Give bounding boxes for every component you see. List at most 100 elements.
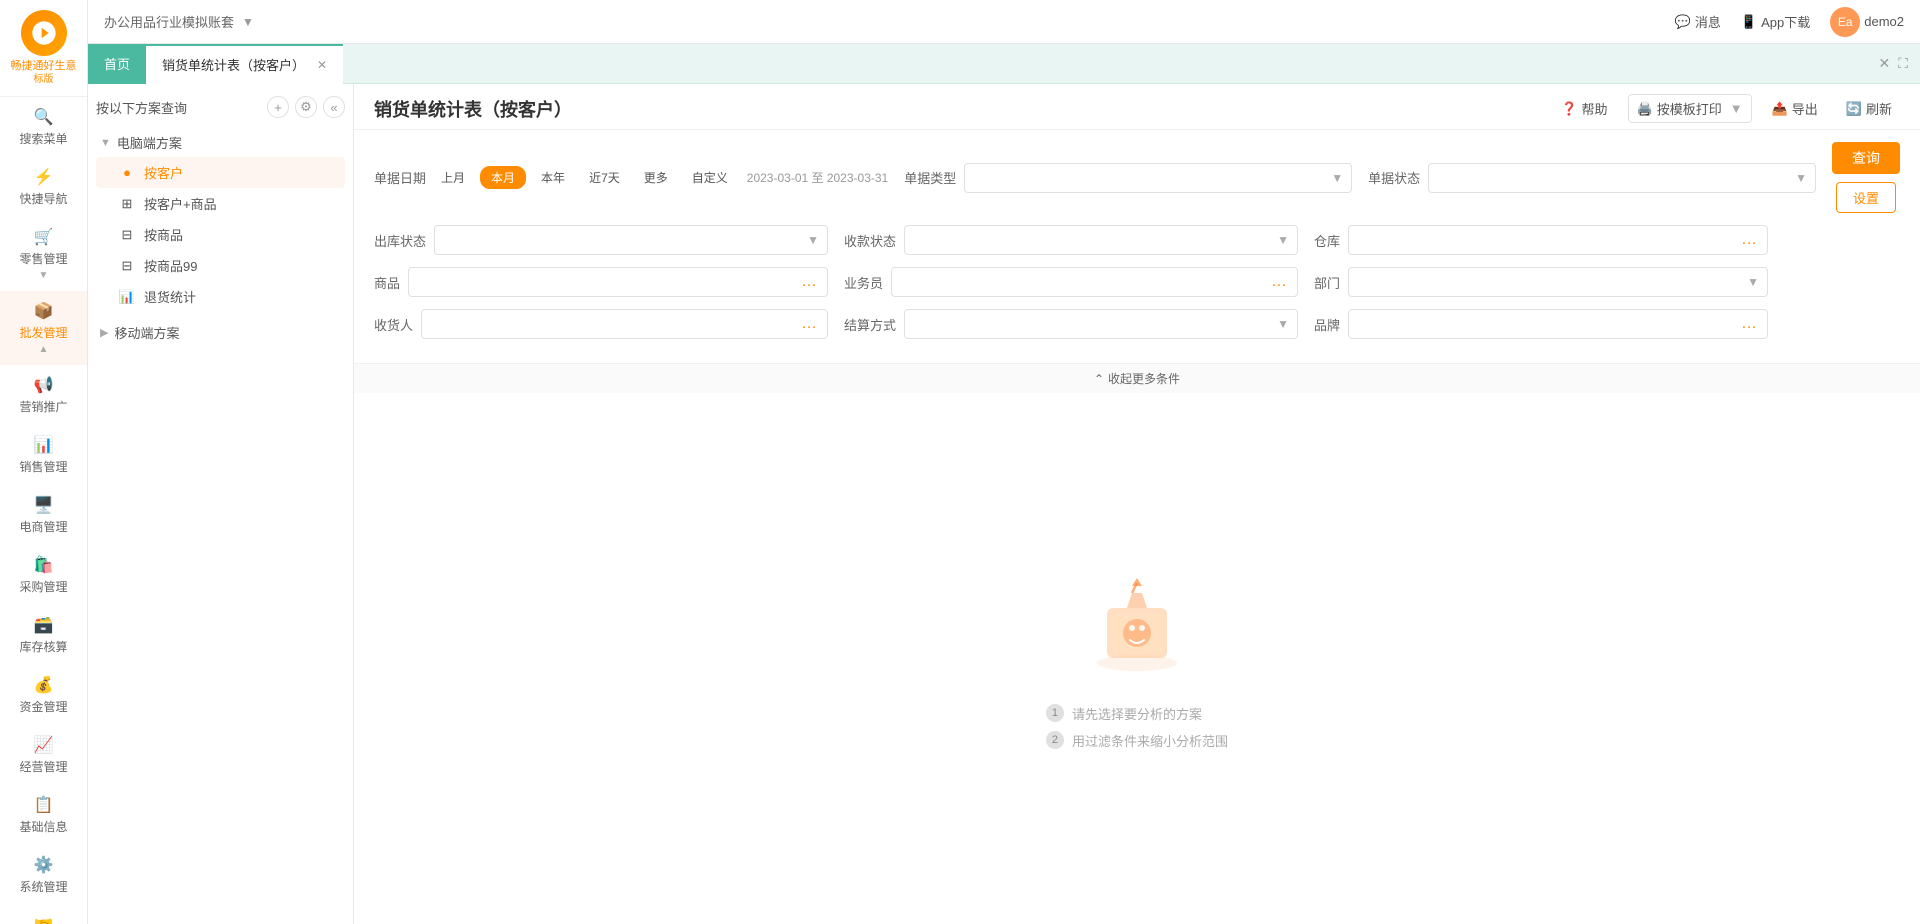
date-btn-this-month[interactable]: 本月 xyxy=(480,166,526,189)
brand-input[interactable]: … xyxy=(1348,309,1768,339)
sidebar-menu: 🔍 搜索菜单 ⚡ 快捷导航 🛒 零售管理 ▼ 📦 批发管理 ▲ 📢 营销推广 📊… xyxy=(0,97,87,924)
inventory-icon: 🗃️ xyxy=(34,615,54,635)
warehouse-dots: … xyxy=(1741,231,1759,249)
collapse-panel-button[interactable]: « xyxy=(323,96,345,118)
maximize-icon[interactable]: ⛶ xyxy=(1898,55,1908,72)
filter-row-2: 出库状态 ▼ 收款状态 ▼ 仓库 xyxy=(374,225,1900,255)
message-button[interactable]: 💬 消息 xyxy=(1675,12,1721,31)
message-label: 消息 xyxy=(1695,12,1721,31)
tab-home[interactable]: 首页 xyxy=(88,44,146,84)
sidebar-item-collab[interactable]: 🤝 企业协同 xyxy=(0,905,87,924)
export-icon: 📤 xyxy=(1772,101,1788,117)
user-profile[interactable]: Ea demo2 xyxy=(1830,7,1904,37)
help-button[interactable]: ❓ 帮助 xyxy=(1553,95,1615,122)
tab-report[interactable]: 销货单统计表（按客户） ✕ xyxy=(146,44,343,84)
payment-select[interactable]: ▼ xyxy=(904,225,1298,255)
date-btn-this-year[interactable]: 本年 xyxy=(532,165,574,190)
settlement-select[interactable]: ▼ xyxy=(904,309,1298,339)
type-select[interactable]: ▼ xyxy=(964,163,1352,193)
sidebar-item-purchase[interactable]: 🛍️ 采购管理 xyxy=(0,545,87,605)
collapse-text: 收起更多条件 xyxy=(1108,370,1180,387)
goods-input[interactable]: … xyxy=(408,267,828,297)
type-label: 单据类型 xyxy=(904,168,956,187)
plan-item-label: 按商品99 xyxy=(144,256,197,275)
user-name: demo2 xyxy=(1864,14,1904,29)
out-status-select[interactable]: ▼ xyxy=(434,225,828,255)
sidebar-item-operation[interactable]: 📈 经营管理 xyxy=(0,725,87,785)
sidebar-item-label: 零售管理 xyxy=(19,250,67,267)
goods-icon: ⊟ xyxy=(118,226,136,244)
message-icon: 💬 xyxy=(1675,14,1691,30)
status-dropdown-icon: ▼ xyxy=(1795,171,1807,185)
settings-button[interactable]: 设置 xyxy=(1836,182,1896,213)
print-icon: 🖨️ xyxy=(1637,101,1653,117)
date-label: 单据日期 xyxy=(374,168,426,187)
warehouse-input[interactable]: … xyxy=(1348,225,1768,255)
plan-item-by-customer[interactable]: ● 按客户 xyxy=(96,157,345,188)
sidebar-item-basic[interactable]: 📋 基础信息 xyxy=(0,785,87,845)
plan-item-by-customer-goods[interactable]: ⊞ 按客户+商品 xyxy=(96,188,345,219)
report-tab-label: 销货单统计表（按客户） xyxy=(162,55,305,74)
sidebar-item-quick-nav[interactable]: ⚡ 快捷导航 xyxy=(0,157,87,217)
sidebar-item-inventory[interactable]: 🗃️ 库存核算 xyxy=(0,605,87,665)
content-area: 按以下方案查询 + ⚙ « ▼ xyxy=(88,84,1920,924)
filter-row-1: 单据日期 上月 本月 本年 近7天 更多 自定义 2023-03-01 至 20… xyxy=(374,142,1900,213)
date-btn-custom[interactable]: 自定义 xyxy=(683,165,737,190)
plus-icon: + xyxy=(274,100,282,115)
header-left: 办公用品行业模拟账套 ▼ xyxy=(104,12,254,31)
sidebar-item-label: 库存核算 xyxy=(19,638,67,655)
desktop-section-header[interactable]: ▼ 电脑端方案 xyxy=(96,128,345,157)
sidebar-item-label: 基础信息 xyxy=(19,818,67,835)
collapse-bar[interactable]: ⌃ 收起更多条件 xyxy=(354,363,1920,393)
export-label: 导出 xyxy=(1792,99,1818,118)
tip-num-1: 1 xyxy=(1046,704,1064,722)
recipient-input[interactable]: … xyxy=(421,309,828,339)
add-plan-button[interactable]: + xyxy=(267,96,289,118)
basic-icon: 📋 xyxy=(34,795,54,815)
filter-status: 单据状态 ▼ xyxy=(1368,163,1816,193)
date-btn-7days[interactable]: 近7天 xyxy=(580,165,629,190)
recipient-dots: … xyxy=(801,315,819,333)
print-dropdown-icon: ▼ xyxy=(1730,101,1743,116)
sidebar: 畅捷通好生意 标版 🔍 搜索菜单 ⚡ 快捷导航 🛒 零售管理 ▼ 📦 批发管理 … xyxy=(0,0,88,924)
print-button[interactable]: 🖨️ 按模板打印 ▼ xyxy=(1628,94,1752,123)
sidebar-item-marketing[interactable]: 📢 营销推广 xyxy=(0,365,87,425)
page-title: 销货单统计表（按客户） xyxy=(374,96,572,122)
sidebar-item-retail[interactable]: 🛒 零售管理 ▼ xyxy=(0,217,87,291)
date-btn-more[interactable]: 更多 xyxy=(635,165,677,190)
filter-salesperson: 业务员 … xyxy=(844,267,1298,297)
sidebar-item-search[interactable]: 🔍 搜索菜单 xyxy=(0,97,87,157)
tab-close-button[interactable]: ✕ xyxy=(317,58,327,72)
close-window-icon[interactable]: ✕ xyxy=(1878,55,1890,72)
salesperson-input[interactable]: … xyxy=(891,267,1298,297)
mobile-section-header[interactable]: ▶ 移动端方案 xyxy=(96,318,345,347)
department-select[interactable]: ▼ xyxy=(1348,267,1768,297)
sidebar-item-ecommerce[interactable]: 🖥️ 电商管理 xyxy=(0,485,87,545)
out-status-dropdown-icon: ▼ xyxy=(807,233,819,247)
refresh-button[interactable]: 🔄 刷新 xyxy=(1838,95,1900,122)
header-dropdown-icon[interactable]: ▼ xyxy=(242,15,254,29)
plan-item-return-stats[interactable]: 📊 退货统计 xyxy=(96,281,345,312)
sidebar-item-system[interactable]: ⚙️ 系统管理 xyxy=(0,845,87,905)
right-panel: 销货单统计表（按客户） ❓ 帮助 🖨️ 按模板打印 ▼ 📤 导出 xyxy=(354,84,1920,924)
export-button[interactable]: 📤 导出 xyxy=(1764,95,1826,122)
query-button[interactable]: 查询 xyxy=(1832,142,1900,174)
brand-label: 品牌 xyxy=(1314,315,1340,334)
plan-item-by-goods[interactable]: ⊟ 按商品 xyxy=(96,219,345,250)
date-btn-last-month[interactable]: 上月 xyxy=(432,165,474,190)
filter-row-3: 商品 … 业务员 … 部门 xyxy=(374,267,1900,297)
status-label: 单据状态 xyxy=(1368,168,1420,187)
plan-settings-button[interactable]: ⚙ xyxy=(295,96,317,118)
sidebar-item-wholesale[interactable]: 📦 批发管理 ▲ xyxy=(0,291,87,365)
sidebar-item-label: 采购管理 xyxy=(19,578,67,595)
sidebar-item-sales[interactable]: 📊 销售管理 xyxy=(0,425,87,485)
sidebar-item-finance[interactable]: 💰 资金管理 xyxy=(0,665,87,725)
plan-item-by-goods-99[interactable]: ⊟ 按商品99 xyxy=(96,250,345,281)
sales-icon: 📊 xyxy=(34,435,54,455)
goods-label: 商品 xyxy=(374,273,400,292)
status-select[interactable]: ▼ xyxy=(1428,163,1816,193)
plan-item-label: 按商品 xyxy=(144,225,183,244)
operation-icon: 📈 xyxy=(34,735,54,755)
account-title[interactable]: 办公用品行业模拟账套 xyxy=(104,12,234,31)
app-download-button[interactable]: 📱 App下载 xyxy=(1741,12,1810,31)
